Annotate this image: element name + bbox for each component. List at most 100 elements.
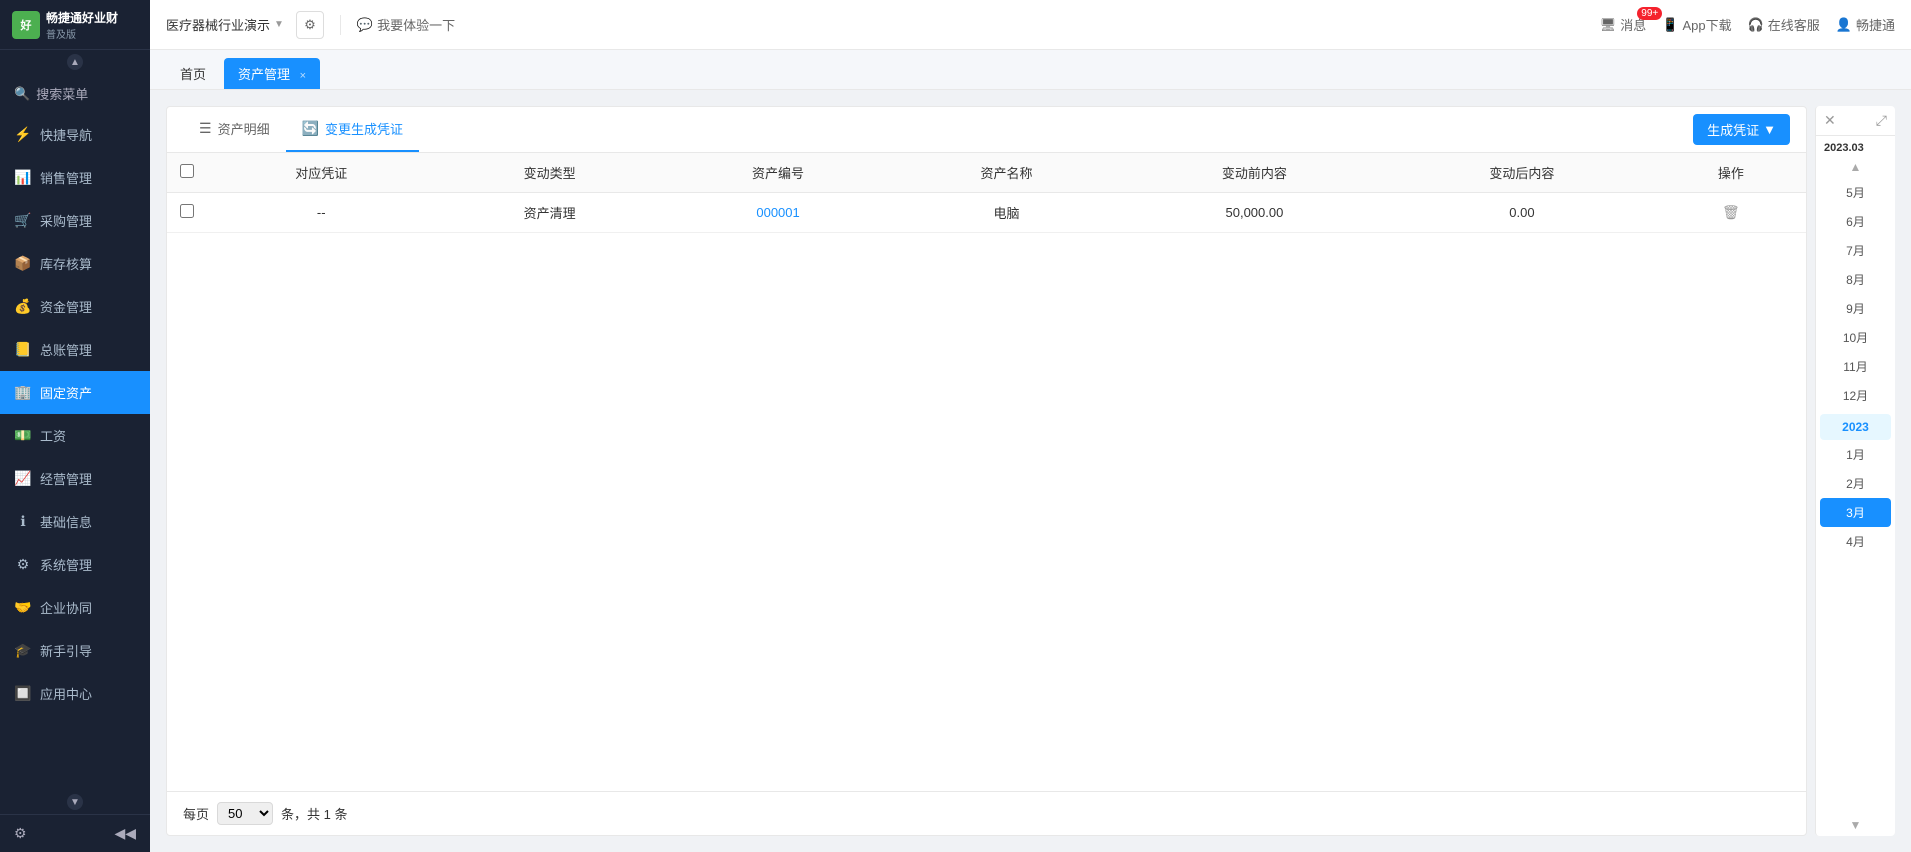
date-month-7[interactable]: 7月 (1816, 236, 1895, 265)
page-content: ☰ 资产明细 🔄 变更生成凭证 生成凭证 ▼ (150, 90, 1911, 852)
date-month-10[interactable]: 10月 (1816, 323, 1895, 352)
collapse-icon[interactable]: ◀◀ (114, 825, 136, 842)
row-checkbox-cell (167, 193, 207, 233)
message-icon: 🖥 (1600, 17, 1617, 33)
user-name: 畅捷通 (1856, 15, 1895, 34)
salary-icon: 💵 (14, 427, 32, 444)
sidebar-item-label: 固定资产 (40, 383, 92, 402)
customer-service-button[interactable]: 🎧 在线客服 (1748, 15, 1820, 34)
select-all-checkbox[interactable] (180, 164, 194, 178)
sidebar-item-label: 工资 (40, 426, 66, 445)
sidebar-scroll-up[interactable]: ▲ (67, 54, 83, 70)
date-scroll-down-button[interactable]: ▼ (1816, 814, 1895, 836)
basic-info-icon: ℹ (14, 513, 32, 530)
sidebar-item-purchase[interactable]: 🛒 采购管理 (0, 199, 150, 242)
inventory-icon: 📦 (14, 255, 32, 272)
dropdown-arrow-icon: ▼ (1763, 122, 1776, 137)
delete-row-button[interactable]: 🗑 (1722, 204, 1740, 220)
feedback-icon: 💬 (357, 17, 373, 33)
sidebar-item-sales[interactable]: 📊 销售管理 (0, 156, 150, 199)
sidebar-item-inventory[interactable]: 📦 库存核算 (0, 242, 150, 285)
sidebar-item-fixed-assets[interactable]: 🏢 固定资产 (0, 371, 150, 414)
col-ops: 操作 (1656, 153, 1806, 193)
sidebar-item-salary[interactable]: 💵 工资 (0, 414, 150, 457)
sidebar-item-quick-nav[interactable]: ⚡ 快捷导航 (0, 113, 150, 156)
tab-close-button[interactable]: × (300, 70, 306, 82)
fixed-assets-icon: 🏢 (14, 384, 32, 401)
sidebar-item-label: 应用中心 (40, 684, 92, 703)
cell-change-type: 资产清理 (435, 193, 663, 233)
cell-asset-no: 000001 (664, 193, 892, 233)
feedback-label: 我要体验一下 (377, 15, 455, 34)
select-all-cell (167, 153, 207, 193)
sales-icon: 📊 (14, 169, 32, 186)
main-card: ☰ 资产明细 🔄 变更生成凭证 生成凭证 ▼ (166, 106, 1807, 836)
message-button[interactable]: 🖥 消息 99+ (1600, 15, 1647, 34)
sidebar-item-basic-info[interactable]: ℹ 基础信息 (0, 500, 150, 543)
customer-service-label: 在线客服 (1768, 15, 1820, 34)
date-panel-expand-button[interactable]: ⤢ (1876, 112, 1887, 129)
date-month-6[interactable]: 6月 (1816, 207, 1895, 236)
sidebar-item-label: 快捷导航 (40, 125, 92, 144)
inner-tabs: ☰ 资产明细 🔄 变更生成凭证 生成凭证 ▼ (167, 107, 1806, 153)
col-change-type: 变动类型 (435, 153, 663, 193)
sidebar-item-ledger[interactable]: 📒 总账管理 (0, 328, 150, 371)
date-panel-year-header: 2023.03 (1816, 136, 1895, 156)
tab-home[interactable]: 首页 (166, 58, 220, 89)
sidebar-item-finance[interactable]: 💰 资金管理 (0, 285, 150, 328)
sidebar-item-label: 基础信息 (40, 512, 92, 531)
change-icon: 🔄 (302, 120, 319, 137)
settings-button[interactable]: ⚙ (296, 11, 324, 39)
date-month-8[interactable]: 8月 (1816, 265, 1895, 294)
tab-home-label: 首页 (180, 67, 206, 82)
app-download-button[interactable]: 📱 App下载 (1662, 15, 1731, 34)
generate-voucher-button[interactable]: 生成凭证 ▼ (1693, 114, 1790, 145)
date-month-list: 5月 6月 7月 8月 9月 10月 11月 12月 2023 1月 2月 3月… (1816, 178, 1895, 814)
date-panel-header: ✕ ⤢ (1816, 106, 1895, 136)
date-month-1[interactable]: 1月 (1816, 440, 1895, 469)
date-month-12[interactable]: 12月 (1816, 381, 1895, 410)
date-month-3[interactable]: 3月 (1820, 498, 1891, 527)
inner-tab-asset-detail[interactable]: ☰ 资产明细 (183, 107, 286, 152)
tab-asset-management[interactable]: 资产管理 × (224, 58, 320, 89)
chevron-down-icon: ▼ (274, 19, 284, 30)
message-badge: 99+ (1637, 7, 1662, 20)
inner-tab-change-voucher[interactable]: 🔄 变更生成凭证 (286, 107, 419, 152)
sidebar-scroll-down[interactable]: ▼ (67, 794, 83, 810)
download-icon: 📱 (1662, 17, 1678, 33)
sidebar-item-operations[interactable]: 📈 经营管理 (0, 457, 150, 500)
date-month-4[interactable]: 4月 (1816, 527, 1895, 556)
sidebar-item-system[interactable]: ⚙ 系统管理 (0, 543, 150, 586)
ledger-icon: 📒 (14, 341, 32, 358)
sidebar-item-app-center[interactable]: 🔲 应用中心 (0, 672, 150, 715)
company-selector[interactable]: 医疗器械行业演示 ▼ (166, 15, 284, 34)
tabbar: 首页 资产管理 × (150, 50, 1911, 90)
per-page-select[interactable]: 10 20 50 100 (217, 802, 273, 825)
date-scroll-up-button[interactable]: ▲ (1816, 156, 1895, 178)
feedback-button[interactable]: 💬 我要体验一下 (357, 15, 455, 34)
date-month-11[interactable]: 11月 (1816, 352, 1895, 381)
sidebar-item-label: 总账管理 (40, 340, 92, 359)
table-icon: ☰ (199, 120, 212, 137)
sidebar: 好 畅捷通好业财 普及版 ▲ 🔍 搜索菜单 ⚡ 快捷导航 📊 销售管理 🛒 采购… (0, 0, 150, 852)
sidebar-item-guide[interactable]: 🎓 新手引导 (0, 629, 150, 672)
cell-asset-name: 电脑 (892, 193, 1120, 233)
date-month-9[interactable]: 9月 (1816, 294, 1895, 323)
date-month-5[interactable]: 5月 (1816, 178, 1895, 207)
user-avatar[interactable]: 👤 畅捷通 (1836, 15, 1895, 34)
date-month-2[interactable]: 2月 (1816, 469, 1895, 498)
sidebar-item-label: 资金管理 (40, 297, 92, 316)
date-year-2023[interactable]: 2023 (1820, 414, 1891, 440)
row-checkbox[interactable] (180, 204, 194, 218)
sidebar-item-cooperation[interactable]: 🤝 企业协同 (0, 586, 150, 629)
divider (340, 15, 341, 35)
table-row: -- 资产清理 000001 电脑 50,000.00 0.00 🗑 (167, 193, 1806, 233)
inner-tabs-actions: 生成凭证 ▼ (1693, 114, 1790, 145)
sidebar-search[interactable]: 🔍 搜索菜单 (0, 74, 150, 113)
purchase-icon: 🛒 (14, 212, 32, 229)
per-page-label: 每页 (183, 804, 209, 823)
sidebar-item-label: 库存核算 (40, 254, 92, 273)
settings-icon[interactable]: ⚙ (14, 825, 27, 842)
gear-icon: ⚙ (304, 17, 316, 33)
date-panel-close-button[interactable]: ✕ (1824, 112, 1836, 129)
